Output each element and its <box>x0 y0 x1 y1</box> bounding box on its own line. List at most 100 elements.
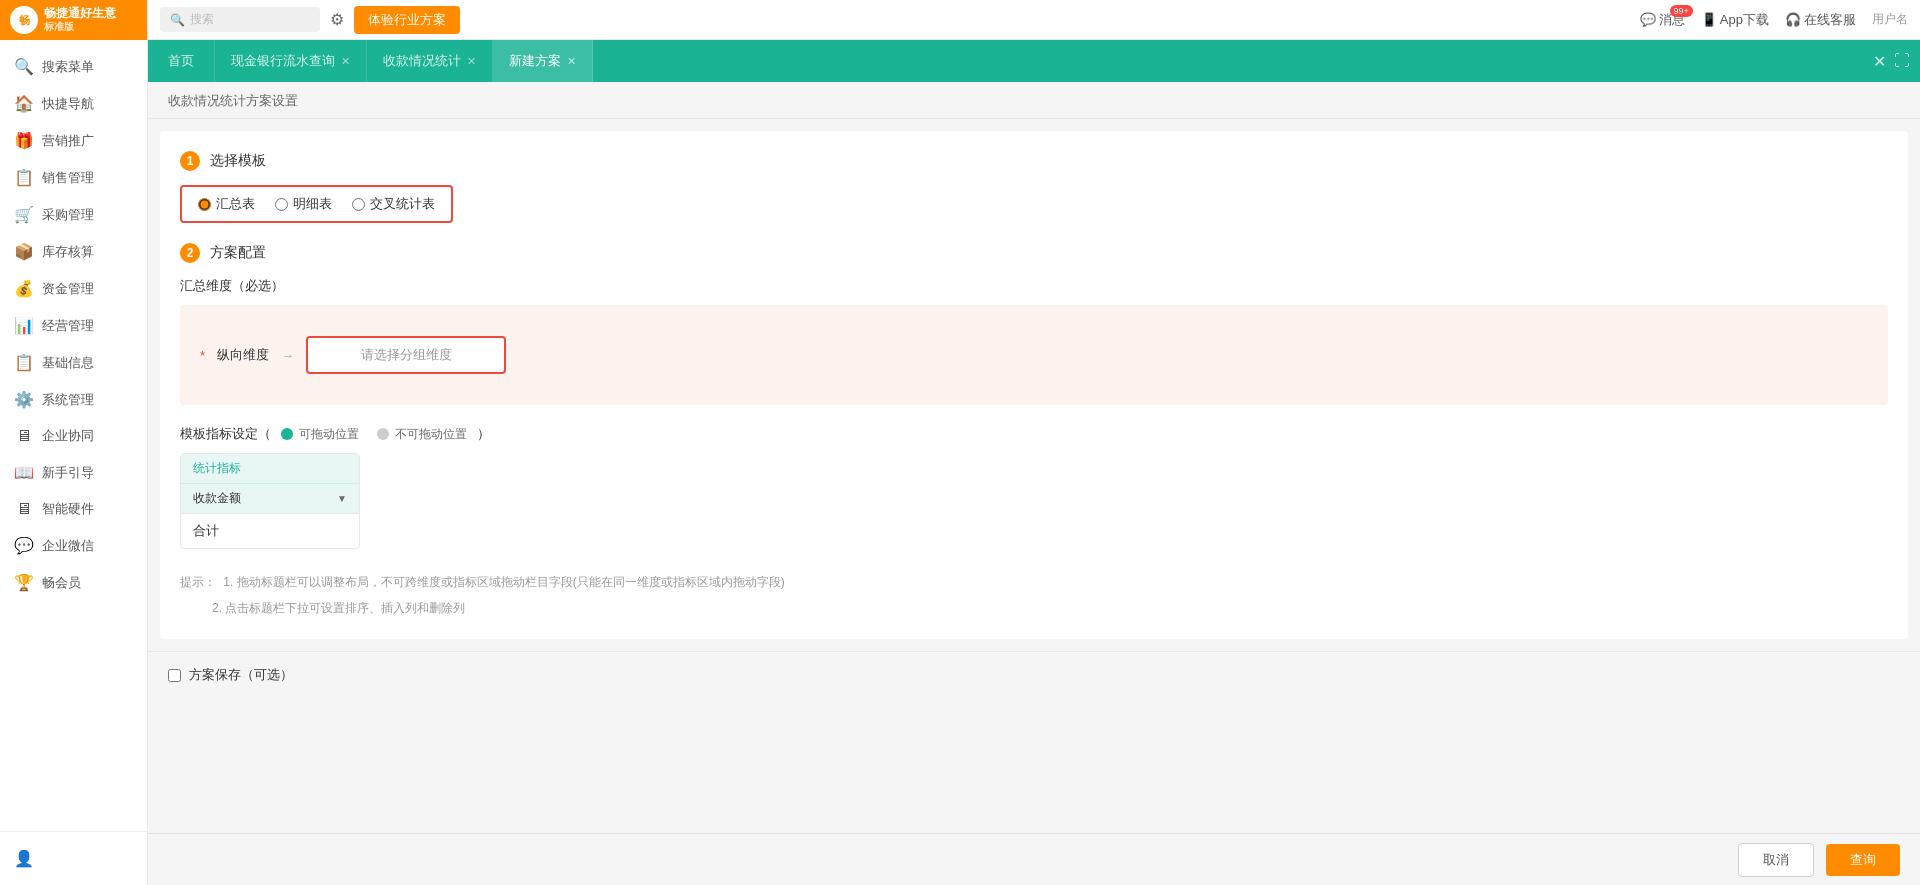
tab-receipt-stats-label: 收款情况统计 <box>383 52 461 70</box>
notif-badge: 99+ <box>1670 5 1693 17</box>
sidebar-item-operation[interactable]: 📊 经营管理 <box>0 307 147 344</box>
sidebar-item-hardware[interactable]: 🖥 智能硬件 <box>0 491 147 527</box>
tabbar: 首页 现金银行流水查询 ✕ 收款情况统计 ✕ 新建方案 ✕ ✕ ⛶ <box>148 40 1920 82</box>
section2-title: 方案配置 <box>210 244 266 262</box>
sidebar-item-extra1[interactable]: 👤 <box>0 840 147 877</box>
operation-icon: 📊 <box>14 316 34 335</box>
sidebar-item-sales[interactable]: 📋 销售管理 <box>0 159 147 196</box>
sidebar-item-search[interactable]: 🔍 搜索菜单 <box>0 48 147 85</box>
logo-title: 畅捷通好生意 <box>44 6 116 20</box>
sidebar-item-label: 企业微信 <box>42 537 94 555</box>
option-summary-label: 汇总表 <box>216 195 255 213</box>
chevron-down-icon[interactable]: ▼ <box>337 493 347 504</box>
radio-summary[interactable] <box>198 198 211 211</box>
toggle-draggable: 可拖动位置 <box>281 426 359 443</box>
tip-prefix: 提示： 1. 拖动标题栏可以调整布局，不可跨维度或指标区域拖动栏目字段(只能在同… <box>180 572 1888 594</box>
sidebar-nav: 🔍 搜索菜单 🏠 快捷导航 🎁 营销推广 📋 销售管理 🛒 采购管理 📦 库存核… <box>0 40 147 831</box>
tab-receipt-stats-close[interactable]: ✕ <box>467 55 476 68</box>
radio-detail[interactable] <box>275 198 288 211</box>
marketing-icon: 🎁 <box>14 131 34 150</box>
option-summary[interactable]: 汇总表 <box>198 195 255 213</box>
tip2-text: 2. 点击标题栏下拉可设置排序、插入列和删除列 <box>212 601 465 615</box>
tab-expand-icon[interactable]: ⛶ <box>1894 52 1910 70</box>
sidebar-item-label: 新手引导 <box>42 464 94 482</box>
section1-header: 1 选择模板 <box>180 151 1888 171</box>
dimension-selector[interactable]: 请选择分组维度 <box>306 336 506 374</box>
cancel-button[interactable]: 取消 <box>1738 843 1814 877</box>
tip2: 2. 点击标题栏下拉可设置排序、插入列和删除列 <box>180 598 1888 620</box>
tab-cash-flow[interactable]: 现金银行流水查询 ✕ <box>215 40 367 82</box>
hardware-icon: 🖥 <box>14 500 34 518</box>
indicator-settings: 模板指标设定（ 可拖动位置 不可拖动位置 ） 统计指标 收款金额 <box>180 425 1888 552</box>
indicator-col-header[interactable]: 收款金额 ▼ <box>181 484 359 514</box>
dimension-label: 汇总维度（必选） <box>180 277 1888 295</box>
section2-header: 2 方案配置 <box>180 243 1888 263</box>
required-mark: * <box>200 348 205 363</box>
inventory-icon: 📦 <box>14 242 34 261</box>
sidebar-item-collab[interactable]: 🖥 企业协同 <box>0 418 147 454</box>
tip-section: 提示： 1. 拖动标题栏可以调整布局，不可跨维度或指标区域拖动栏目字段(只能在同… <box>180 572 1888 619</box>
page-title: 收款情况统计方案设置 <box>148 82 1920 119</box>
industry-btn[interactable]: 体验行业方案 <box>354 6 460 34</box>
radio-cross[interactable] <box>352 198 365 211</box>
logo-icon: 畅 <box>10 6 38 34</box>
sidebar-item-purchase[interactable]: 🛒 采购管理 <box>0 196 147 233</box>
tab-close-icon[interactable]: ✕ <box>1873 52 1886 71</box>
gear-button[interactable]: ⚙ <box>330 10 344 29</box>
sidebar-item-basic[interactable]: 📋 基础信息 <box>0 344 147 381</box>
user-name: 用户名 <box>1872 11 1908 28</box>
indicator-table: 统计指标 收款金额 ▼ 合计 <box>180 453 360 549</box>
tab-new-plan[interactable]: 新建方案 ✕ <box>493 40 593 82</box>
search-icon: 🔍 <box>14 57 34 76</box>
query-button[interactable]: 查询 <box>1826 844 1900 876</box>
message-btn[interactable]: 💬 消息 99+ <box>1640 11 1685 29</box>
col-header-label: 收款金额 <box>193 490 241 507</box>
service-label: 在线客服 <box>1804 11 1856 29</box>
sidebar-item-label: 企业协同 <box>42 427 94 445</box>
guide-icon: 📖 <box>14 463 34 482</box>
save-section: 方案保存（可选） <box>148 651 1920 698</box>
sidebar-item-finance[interactable]: 💰 资金管理 <box>0 270 147 307</box>
dimension-area: * 纵向维度 → 请选择分组维度 <box>180 305 1888 405</box>
topbar-actions: 💬 消息 99+ 📱 App下载 🎧 在线客服 用户名 <box>1640 11 1908 29</box>
save-checkbox[interactable] <box>168 669 181 682</box>
tab-receipt-stats[interactable]: 收款情况统计 ✕ <box>367 40 493 82</box>
search-box[interactable]: 🔍 搜索 <box>160 7 320 32</box>
sidebar-item-guide[interactable]: 📖 新手引导 <box>0 454 147 491</box>
sidebar-item-label: 库存核算 <box>42 243 94 261</box>
app-icon: 📱 <box>1701 12 1717 27</box>
sidebar: 畅 畅捷通好生意 标准版 🔍 搜索菜单 🏠 快捷导航 🎁 营销推广 📋 销售管理… <box>0 0 148 885</box>
app-download-btn[interactable]: 📱 App下载 <box>1701 11 1769 29</box>
tip-label: 提示： <box>180 575 216 589</box>
option-detail[interactable]: 明细表 <box>275 195 332 213</box>
tab-cash-flow-close[interactable]: ✕ <box>341 55 350 68</box>
sidebar-item-nav[interactable]: 🏠 快捷导航 <box>0 85 147 122</box>
option-cross[interactable]: 交叉统计表 <box>352 195 435 213</box>
template-select-row: 汇总表 明细表 交叉统计表 <box>180 185 453 223</box>
tab-new-plan-close[interactable]: ✕ <box>567 55 576 68</box>
tip1-text: 1. 拖动标题栏可以调整布局，不可跨维度或指标区域拖动栏目字段(只能在同一维度或… <box>223 575 784 589</box>
sidebar-item-label: 快捷导航 <box>42 95 94 113</box>
undraggable-label: 不可拖动位置 <box>395 426 467 443</box>
sidebar-item-inventory[interactable]: 📦 库存核算 <box>0 233 147 270</box>
sidebar-item-marketing[interactable]: 🎁 营销推广 <box>0 122 147 159</box>
sidebar-item-label: 采购管理 <box>42 206 94 224</box>
sidebar-item-label: 搜索菜单 <box>42 58 94 76</box>
message-icon: 💬 <box>1640 12 1656 27</box>
sidebar-item-label: 畅会员 <box>42 574 81 592</box>
online-service-btn[interactable]: 🎧 在线客服 <box>1785 11 1856 29</box>
wechat-icon: 💬 <box>14 536 34 555</box>
sidebar-item-member[interactable]: 🏆 畅会员 <box>0 564 147 601</box>
extra1-icon: 👤 <box>14 849 34 868</box>
indicator-category: 统计指标 <box>181 454 359 484</box>
sidebar-item-system[interactable]: ⚙️ 系统管理 <box>0 381 147 418</box>
tabbar-right: ✕ ⛶ <box>1873 40 1920 82</box>
content-area: 收款情况统计方案设置 1 选择模板 汇总表 明细表 交叉统计 <box>148 82 1920 833</box>
sidebar-item-label: 经营管理 <box>42 317 94 335</box>
tab-home[interactable]: 首页 <box>148 40 215 82</box>
tab-home-label: 首页 <box>168 52 194 70</box>
sidebar-item-wechat[interactable]: 💬 企业微信 <box>0 527 147 564</box>
search-icon-topbar: 🔍 <box>170 13 185 27</box>
app-label: App下载 <box>1720 11 1769 29</box>
collab-icon: 🖥 <box>14 427 34 445</box>
